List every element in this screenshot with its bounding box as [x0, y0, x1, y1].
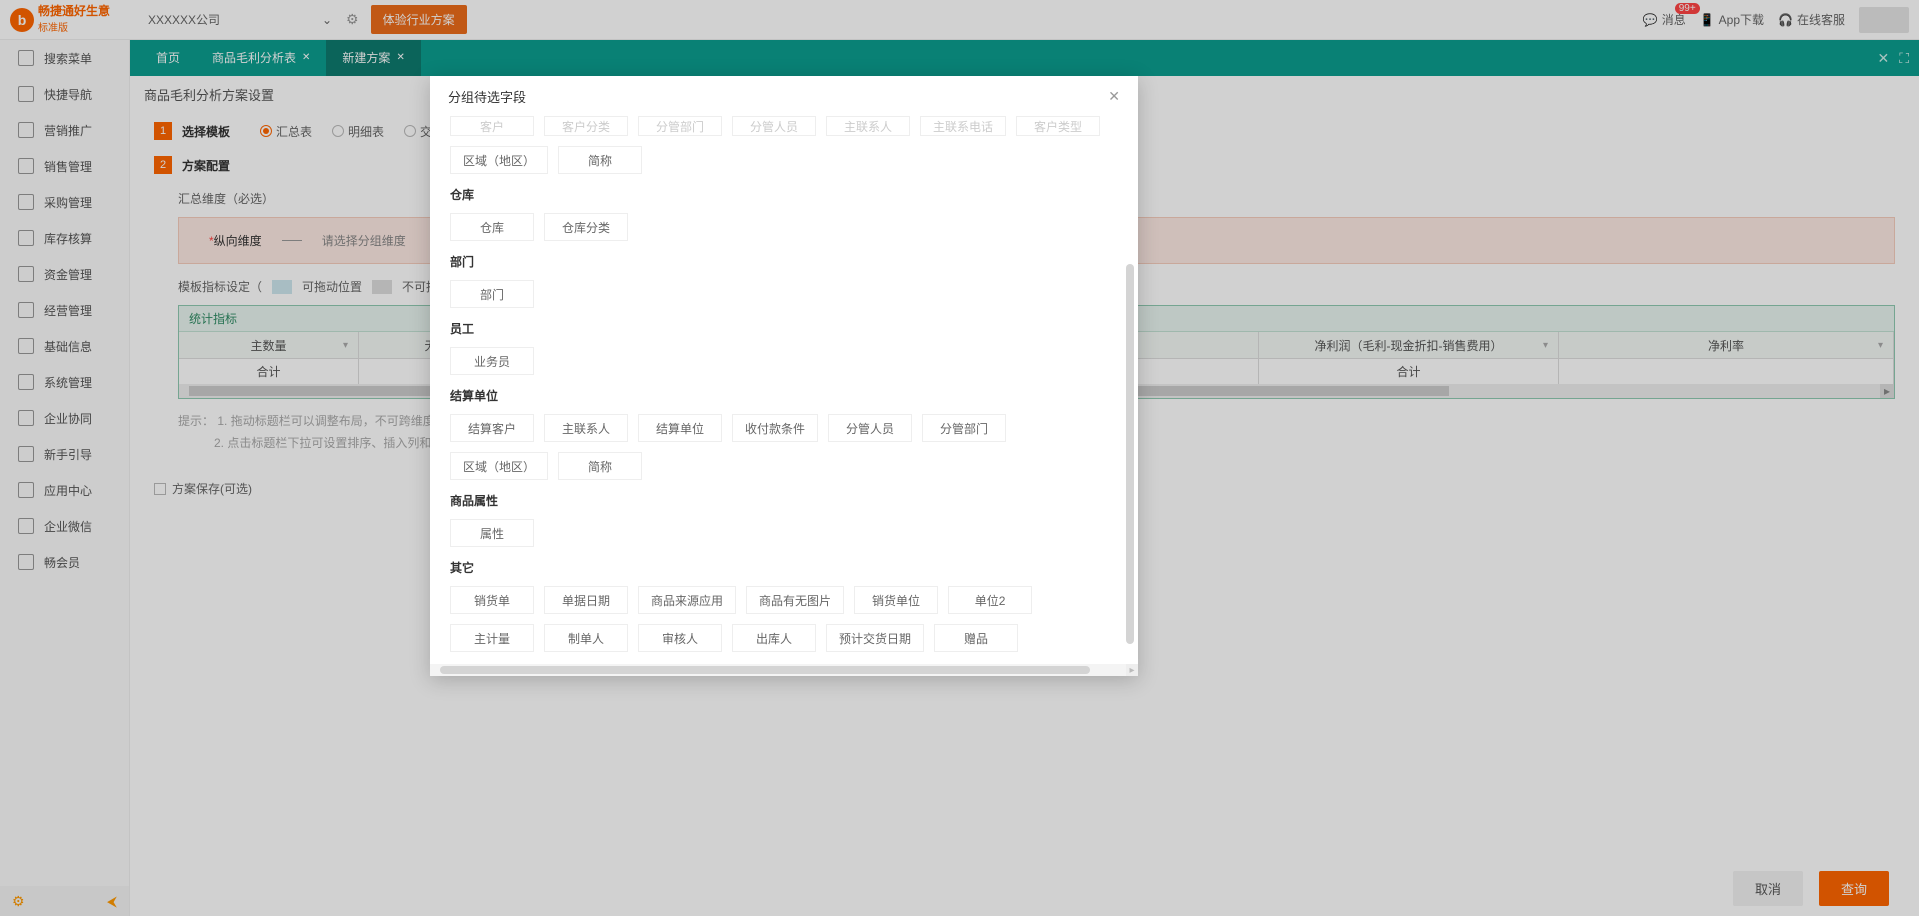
field-chip[interactable]: 制单人	[544, 624, 628, 652]
group-title: 结算单位	[450, 387, 1112, 404]
group-title: 商品属性	[450, 492, 1112, 509]
field-chip[interactable]: 分管部门	[922, 414, 1006, 442]
group-title: 仓库	[450, 186, 1112, 203]
field-chip[interactable]: 客户类型	[1016, 116, 1100, 136]
field-chip[interactable]: 分管人员	[828, 414, 912, 442]
field-chip[interactable]: 业务员	[450, 347, 534, 375]
field-chip[interactable]: 主联系电话	[920, 116, 1006, 136]
field-chip[interactable]: 结算客户	[450, 414, 534, 442]
field-chip[interactable]: 主联系人	[826, 116, 910, 136]
field-chip[interactable]: 预计交货日期	[826, 624, 924, 652]
field-chip[interactable]: 属性	[450, 519, 534, 547]
field-chip[interactable]: 主计量	[450, 624, 534, 652]
field-chip[interactable]: 赠品	[934, 624, 1018, 652]
field-chip[interactable]: 仓库	[450, 213, 534, 241]
field-chip[interactable]: 区域（地区）	[450, 452, 548, 480]
field-chip[interactable]: 销货单位	[854, 586, 938, 614]
field-chip[interactable]: 商品来源应用	[638, 586, 736, 614]
field-chip[interactable]: 简称	[558, 452, 642, 480]
field-chip[interactable]: 审核人	[638, 624, 722, 652]
group-title: 员工	[450, 320, 1112, 337]
field-chip[interactable]: 部门	[450, 280, 534, 308]
field-chip[interactable]: 客户分类	[544, 116, 628, 136]
modal-horizontal-scrollbar[interactable]: ▸	[430, 664, 1138, 676]
field-chip[interactable]: 区域（地区）	[450, 146, 548, 174]
field-chip[interactable]: 商品有无图片	[746, 586, 844, 614]
modal-title: 分组待选字段	[448, 87, 526, 106]
modal-close-icon[interactable]: ✕	[1108, 88, 1120, 105]
field-chip[interactable]: 仓库分类	[544, 213, 628, 241]
modal-vscroll-thumb[interactable]	[1126, 264, 1134, 644]
field-chip[interactable]: 结算单位	[638, 414, 722, 442]
field-chip[interactable]: 分管人员	[732, 116, 816, 136]
modal-scroll-right-icon[interactable]: ▸	[1126, 664, 1138, 676]
group-title: 其它	[450, 559, 1112, 576]
field-chip[interactable]: 销货单	[450, 586, 534, 614]
field-chip[interactable]: 单据日期	[544, 586, 628, 614]
group-fields-modal: 分组待选字段 ✕ 客户客户分类分管部门分管人员主联系人主联系电话客户类型区域（地…	[430, 76, 1138, 676]
field-chip[interactable]: 单位2	[948, 586, 1032, 614]
field-chip[interactable]: 收付款条件	[732, 414, 818, 442]
field-chip[interactable]: 分管部门	[638, 116, 722, 136]
modal-hscroll-thumb[interactable]	[440, 666, 1090, 674]
field-chip[interactable]: 客户	[450, 116, 534, 136]
group-title: 部门	[450, 253, 1112, 270]
field-chip[interactable]: 简称	[558, 146, 642, 174]
field-chip[interactable]: 主联系人	[544, 414, 628, 442]
modal-vertical-scrollbar[interactable]	[1126, 116, 1134, 648]
field-chip[interactable]: 出库人	[732, 624, 816, 652]
